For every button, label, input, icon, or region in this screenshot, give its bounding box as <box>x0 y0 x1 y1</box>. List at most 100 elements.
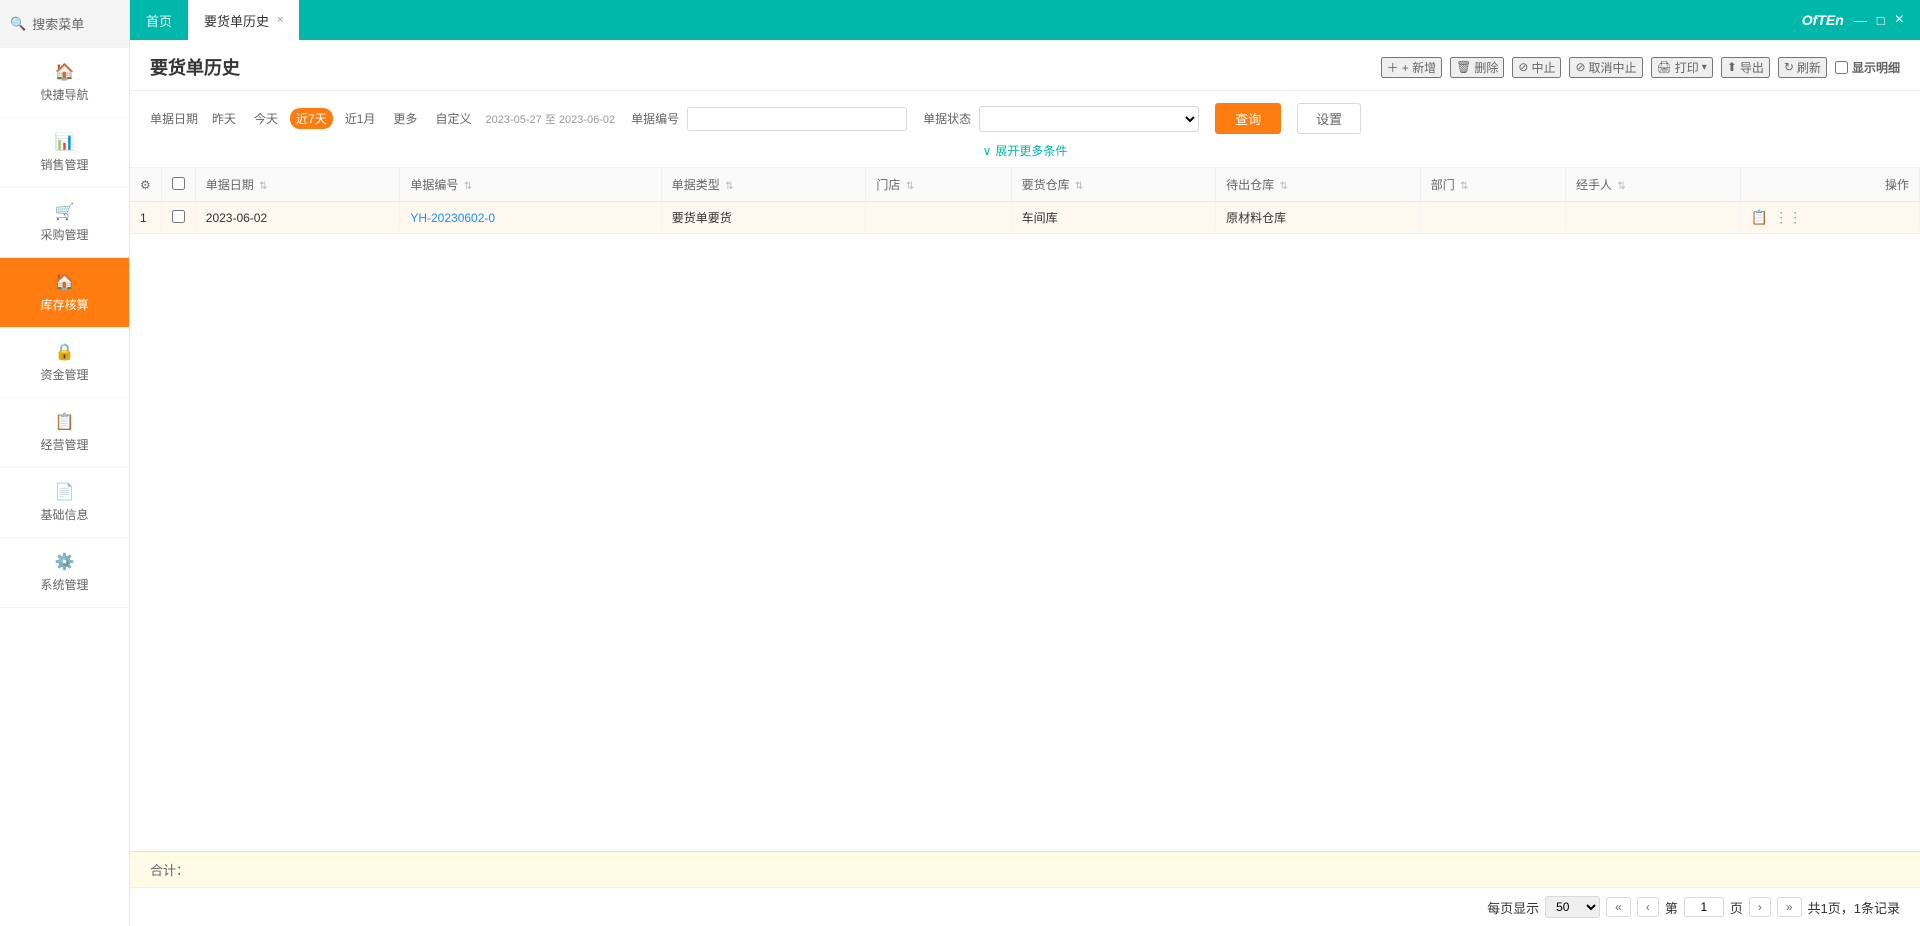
col-date-label: 单据日期 <box>206 178 254 192</box>
window-maximize[interactable]: □ <box>1877 13 1885 28</box>
sidebar-item-purchase[interactable]: 🛒 采购管理 <box>0 188 129 258</box>
refresh-button[interactable]: ↻ 刷新 <box>1778 57 1827 78</box>
date-shortcut-today[interactable]: 今天 <box>248 108 284 129</box>
tab-close-icon[interactable]: × <box>277 14 283 26</box>
tab-active[interactable]: 要货单历史 × <box>188 0 299 40</box>
total-label: 合计： <box>150 863 189 878</box>
delete-icon: 🗑 <box>1456 60 1471 74</box>
print-button[interactable]: 🖨 打印 ▾ <box>1651 57 1713 78</box>
cell-handler <box>1565 202 1740 234</box>
sidebar-item-system[interactable]: ⚙️ 系统管理 <box>0 538 129 608</box>
data-table: ⚙ 单据日期 ⇅ 单据编号 ⇅ <box>130 168 1920 234</box>
date-shortcut-custom[interactable]: 自定义 <box>429 108 477 129</box>
col-dept-label: 部门 <box>1431 178 1455 192</box>
display-detail-checkbox[interactable] <box>1835 61 1848 74</box>
refresh-label: 刷新 <box>1797 59 1821 76</box>
status-select[interactable] <box>979 106 1199 132</box>
date-shortcut-yesterday[interactable]: 昨天 <box>206 108 242 129</box>
expand-more[interactable]: ∨ 展开更多条件 <box>150 142 1900 159</box>
sidebar-item-basic[interactable]: 📄 基础信息 <box>0 468 129 538</box>
home-icon: 🏠 <box>55 62 75 82</box>
status-filter: 单据状态 <box>923 106 1199 132</box>
sort-icon-req-warehouse[interactable]: ⇅ <box>1075 181 1083 192</box>
sidebar-item-label: 库存核算 <box>40 296 88 313</box>
cell-doc-type: 要货单要货 <box>661 202 866 234</box>
col-checkbox <box>161 168 195 202</box>
sales-icon: 📊 <box>55 132 75 152</box>
prev-page-button[interactable]: ‹ <box>1637 897 1659 917</box>
sort-icon-pending-warehouse[interactable]: ⇅ <box>1280 181 1288 192</box>
row-checkbox[interactable] <box>172 210 185 223</box>
date-shortcuts: 昨天 今天 近7天 近1月 更多 自定义 <box>206 108 477 129</box>
date-filter: 单据日期 昨天 今天 近7天 近1月 更多 自定义 2023-05-27 至 2… <box>150 108 615 129</box>
doc-no-input[interactable] <box>687 107 907 131</box>
date-shortcut-more[interactable]: 更多 <box>387 108 423 129</box>
settings-button[interactable]: 设置 <box>1297 103 1361 134</box>
system-icon: ⚙️ <box>55 552 75 572</box>
page-content: 要货单历史 ＋ + 新增 🗑 删除 ⊘ 中止 ⊘ <box>130 40 1920 926</box>
row-edit-icon[interactable]: 📋 <box>1751 209 1768 226</box>
cancel-stop-label: 取消中止 <box>1589 59 1637 76</box>
window-minimize[interactable]: — <box>1854 13 1867 28</box>
cell-checkbox <box>161 202 195 234</box>
doc-no-link[interactable]: YH-20230602-0 <box>410 211 495 225</box>
settings-icon: ⚙ <box>140 178 151 192</box>
window-close[interactable]: × <box>1895 11 1904 29</box>
active-tab-label: 要货单历史 <box>204 11 269 30</box>
sidebar-item-label: 经营管理 <box>40 436 88 453</box>
sort-icon-handler[interactable]: ⇅ <box>1617 181 1625 192</box>
page-suffix: 页 <box>1730 898 1743 917</box>
sort-icon-dept[interactable]: ⇅ <box>1460 181 1468 192</box>
page-label: 第 <box>1665 898 1678 917</box>
export-button[interactable]: ⬆ 导出 <box>1721 57 1770 78</box>
date-label: 单据日期 <box>150 110 198 127</box>
page-input[interactable] <box>1684 897 1724 917</box>
col-dept: 部门 ⇅ <box>1420 168 1565 202</box>
export-icon: ⬆ <box>1727 60 1737 74</box>
stop-icon: ⊘ <box>1518 60 1528 74</box>
cancel-stop-button[interactable]: ⊘ 取消中止 <box>1569 57 1642 78</box>
per-page-select[interactable]: 50 100 200 <box>1545 896 1600 918</box>
sidebar-item-label: 采购管理 <box>40 226 88 243</box>
export-label: 导出 <box>1740 59 1764 76</box>
expand-label: 展开更多条件 <box>995 142 1067 159</box>
stop-button[interactable]: ⊘ 中止 <box>1512 57 1561 78</box>
first-page-button[interactable]: « <box>1606 897 1631 917</box>
cell-store <box>866 202 1011 234</box>
col-store: 门店 ⇅ <box>866 168 1011 202</box>
sidebar-item-inventory[interactable]: 🏠 库存核算 <box>0 258 129 328</box>
operations-icon: 📋 <box>55 412 75 432</box>
sidebar-item-label: 系统管理 <box>40 576 88 593</box>
tab-bar: 首页 要货单历史 × <box>130 0 299 40</box>
tab-home[interactable]: 首页 <box>130 0 188 40</box>
sidebar-item-sales[interactable]: 📊 销售管理 <box>0 118 129 188</box>
sidebar-search[interactable]: 🔍 搜索菜单 <box>0 0 129 48</box>
row-more-icon[interactable]: ⋮⋮ <box>1774 209 1802 226</box>
sort-icon-date[interactable]: ⇅ <box>259 181 267 192</box>
next-page-button[interactable]: › <box>1749 897 1771 917</box>
date-shortcut-7days[interactable]: 近7天 <box>290 108 333 129</box>
last-page-button[interactable]: » <box>1777 897 1802 917</box>
select-all-checkbox[interactable] <box>172 177 185 190</box>
col-doc-type-label: 单据类型 <box>672 178 720 192</box>
col-pending-warehouse-label: 待出仓库 <box>1226 178 1274 192</box>
table-row: 1 2023-06-02 YH-20230602-0 要货单要货 车间库 <box>130 202 1920 234</box>
date-shortcut-1month[interactable]: 近1月 <box>339 108 382 129</box>
sidebar-item-label: 资金管理 <box>40 366 88 383</box>
add-icon: ＋ <box>1387 59 1399 76</box>
refresh-icon: ↻ <box>1784 60 1794 74</box>
sort-icon-doc-no[interactable]: ⇅ <box>464 181 472 192</box>
sidebar-item-quick-nav[interactable]: 🏠 快捷导航 <box>0 48 129 118</box>
brand-label: OfTEn <box>1802 12 1844 28</box>
delete-button[interactable]: 🗑 删除 <box>1450 57 1504 78</box>
add-button[interactable]: ＋ + 新增 <box>1381 57 1442 78</box>
col-settings[interactable]: ⚙ <box>130 168 161 202</box>
sort-icon-doc-type[interactable]: ⇅ <box>725 181 733 192</box>
basic-icon: 📄 <box>55 482 75 502</box>
sidebar-item-operations[interactable]: 📋 经营管理 <box>0 398 129 468</box>
doc-no-label: 单据编号 <box>631 110 679 127</box>
query-button[interactable]: 查询 <box>1215 103 1281 134</box>
sidebar-item-finance[interactable]: 🔒 资金管理 <box>0 328 129 398</box>
cell-dept <box>1420 202 1565 234</box>
sort-icon-store[interactable]: ⇅ <box>906 181 914 192</box>
